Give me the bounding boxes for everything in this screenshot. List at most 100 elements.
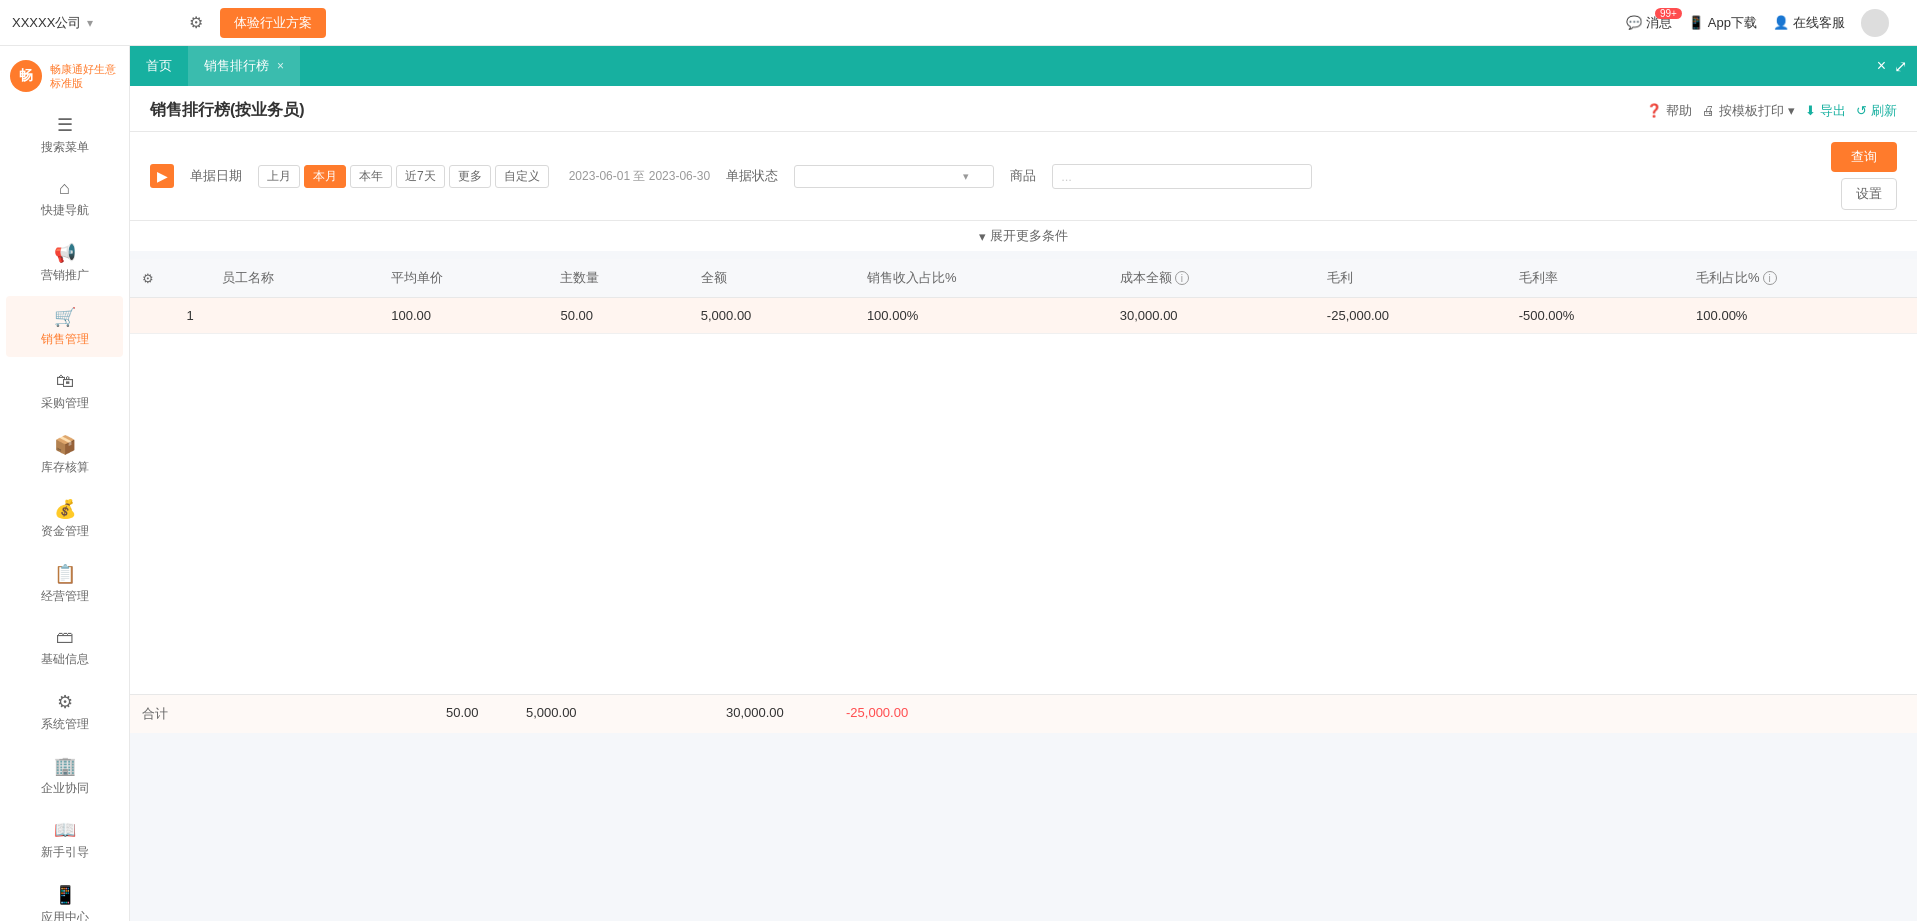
th-amount: 全额 <box>689 259 855 298</box>
th-main-qty: 主数量 <box>548 259 688 298</box>
date-btn-custom[interactable]: 自定义 <box>495 165 549 188</box>
th-settings[interactable]: ⚙ <box>130 259 170 298</box>
th-gross: 毛利 <box>1315 259 1507 298</box>
sidebar-item-sales[interactable]: 🛒 销售管理 <box>6 296 123 356</box>
content-area: 首页 销售排行榜 × × ⤢ 销售排行榜(按业务员) ❓ 帮助 <box>130 46 1917 921</box>
footer-amount: 5,000.00 <box>514 705 614 723</box>
avatar[interactable] <box>1861 9 1889 37</box>
goods-input[interactable]: ... <box>1052 164 1312 189</box>
tab-sales-ranking[interactable]: 销售排行榜 × <box>188 46 300 86</box>
tab-close-icon[interactable]: × <box>277 59 284 73</box>
print-button[interactable]: 🖨 按模板打印 ▾ <box>1702 102 1795 120</box>
inventory-icon: 📦 <box>54 434 76 456</box>
sidebar: 畅 畅康通好生意标准版 ☰ 搜索菜单 ⌂ 快捷导航 📢 营销推广 🛒 销售管理 … <box>0 46 130 921</box>
expand-conditions-button[interactable]: ▾ 展开更多条件 <box>979 227 1068 245</box>
sidebar-item-operation[interactable]: 📋 经营管理 <box>6 553 123 613</box>
basic-icon: 🗃 <box>56 627 74 648</box>
messages-button[interactable]: 💬 消息 99+ <box>1626 14 1672 32</box>
sidebar-item-system[interactable]: ⚙ 系统管理 <box>6 681 123 741</box>
date-btn-more[interactable]: 更多 <box>449 165 491 188</box>
sidebar-item-finance[interactable]: 💰 资金管理 <box>6 488 123 548</box>
refresh-button[interactable]: ↺ 刷新 <box>1856 102 1897 120</box>
query-button[interactable]: 查询 <box>1831 142 1897 172</box>
help-button[interactable]: ❓ 帮助 <box>1646 102 1692 120</box>
date-btn-last-month[interactable]: 上月 <box>258 165 300 188</box>
status-filter-label: 单据状态 <box>726 167 778 185</box>
tab-close-window-icon[interactable]: × <box>1877 57 1886 75</box>
footer-label: 合计 <box>142 705 194 723</box>
sidebar-logo: 畅 畅康通好生意标准版 <box>0 46 129 102</box>
sales-icon: 🛒 <box>54 306 76 328</box>
th-cost-amount: 成本全额 i <box>1108 259 1315 298</box>
service-label: 在线客服 <box>1793 14 1845 32</box>
online-service-button[interactable]: 👤 在线客服 <box>1773 14 1845 32</box>
guide-icon: 📖 <box>54 819 76 841</box>
date-btn-this-year[interactable]: 本年 <box>350 165 392 188</box>
page-header-actions: ❓ 帮助 🖨 按模板打印 ▾ ⬇ 导出 ↺ 刷新 <box>1646 102 1897 120</box>
tab-home[interactable]: 首页 <box>130 46 188 86</box>
marketing-icon: 📢 <box>54 242 76 264</box>
footer-empty-3 <box>354 705 434 723</box>
footer-main-qty: 50.00 <box>434 705 514 723</box>
trial-button[interactable]: 体验行业方案 <box>220 8 326 38</box>
message-badge: 99+ <box>1655 8 1682 19</box>
settings-icon[interactable]: ⚙ <box>182 9 210 37</box>
appstore-icon: 📱 <box>54 884 76 906</box>
export-button[interactable]: ⬇ 导出 <box>1805 102 1846 120</box>
company-selector[interactable]: XXXXX公司 ▾ <box>12 14 172 32</box>
sidebar-item-enterprise[interactable]: 🏢 企业协同 <box>6 745 123 805</box>
tab-expand-icon[interactable]: ⤢ <box>1894 57 1907 76</box>
th-rank <box>170 259 210 298</box>
sidebar-item-appstore[interactable]: 📱 应用中心 <box>6 874 123 921</box>
sidebar-item-label: 快捷导航 <box>41 203 89 217</box>
row-gross: -25,000.00 <box>1315 298 1507 334</box>
service-icon: 👤 <box>1773 15 1789 30</box>
sidebar-item-basic[interactable]: 🗃 基础信息 <box>6 617 123 676</box>
refresh-label: 刷新 <box>1871 102 1897 120</box>
sidebar-item-label: 基础信息 <box>41 652 89 666</box>
filter-area: ▶ 单据日期 上月 本月 本年 近7天 更多 自定义 2023-06-01 至 … <box>130 132 1917 221</box>
filter-wrapper: ▶ 单据日期 上月 本月 本年 近7天 更多 自定义 2023-06-01 至 … <box>130 132 1917 251</box>
footer-empty-2 <box>234 705 354 723</box>
sidebar-item-quick-nav[interactable]: ⌂ 快捷导航 <box>6 168 123 227</box>
date-btn-this-month[interactable]: 本月 <box>304 165 346 188</box>
th-avg-price: 平均单价 <box>379 259 548 298</box>
tab-right-actions: × ⤢ <box>1877 57 1917 76</box>
print-icon: 🖨 <box>1702 103 1715 118</box>
gross-pct-info-icon[interactable]: i <box>1763 271 1777 285</box>
row-avg-price: 100.00 <box>379 298 548 334</box>
sidebar-item-label: 搜索菜单 <box>41 140 89 154</box>
filter-row: ▶ 单据日期 上月 本月 本年 近7天 更多 自定义 2023-06-01 至 … <box>150 142 1897 210</box>
date-range-display: 2023-06-01 至 2023-06-30 <box>569 168 710 185</box>
th-gross-rate: 毛利率 <box>1507 259 1684 298</box>
app-icon: 📱 <box>1688 15 1704 30</box>
filter-expand-arrow[interactable]: ▶ <box>150 164 174 188</box>
page-settings-button[interactable]: 设置 <box>1841 178 1897 210</box>
th-gross-pct: 毛利占比% i <box>1684 259 1917 298</box>
main-layout: 畅 畅康通好生意标准版 ☰ 搜索菜单 ⌂ 快捷导航 📢 营销推广 🛒 销售管理 … <box>0 46 1917 921</box>
sidebar-item-inventory[interactable]: 📦 库存核算 <box>6 424 123 484</box>
sidebar-item-label: 应用中心 <box>41 910 89 921</box>
footer-cells: 50.00 5,000.00 30,000.00 -25,000.00 <box>194 705 1905 723</box>
print-label: 按模板打印 <box>1719 102 1784 120</box>
app-download-button[interactable]: 📱 App下载 <box>1688 14 1757 32</box>
row-gross-rate: -500.00% <box>1507 298 1684 334</box>
quick-nav-icon: ⌂ <box>59 178 70 199</box>
print-chevron-icon: ▾ <box>1788 103 1795 118</box>
cost-amount-info-icon[interactable]: i <box>1175 271 1189 285</box>
purchase-icon: 🛍 <box>56 371 74 392</box>
status-select[interactable]: ▾ <box>794 165 994 188</box>
date-btn-7-days[interactable]: 近7天 <box>396 165 445 188</box>
page-content: 销售排行榜(按业务员) ❓ 帮助 🖨 按模板打印 ▾ ⬇ 导出 <box>130 86 1917 921</box>
table-footer: 合计 50.00 5,000.00 30,000.00 -25,000.00 <box>130 694 1917 733</box>
sidebar-item-label: 系统管理 <box>41 717 89 731</box>
operation-icon: 📋 <box>54 563 76 585</box>
sidebar-item-guide[interactable]: 📖 新手引导 <box>6 809 123 869</box>
date-filter-label: 单据日期 <box>190 167 242 185</box>
sidebar-item-marketing[interactable]: 📢 营销推广 <box>6 232 123 292</box>
sidebar-item-purchase[interactable]: 🛍 采购管理 <box>6 361 123 420</box>
export-icon: ⬇ <box>1805 103 1816 118</box>
table-header-row: ⚙ 员工名称 平均单价 主数量 全额 销售收入占比% 成本全额 i <box>130 259 1917 298</box>
sidebar-item-label: 新手引导 <box>41 845 89 859</box>
sidebar-item-search-order[interactable]: ☰ 搜索菜单 <box>6 104 123 164</box>
